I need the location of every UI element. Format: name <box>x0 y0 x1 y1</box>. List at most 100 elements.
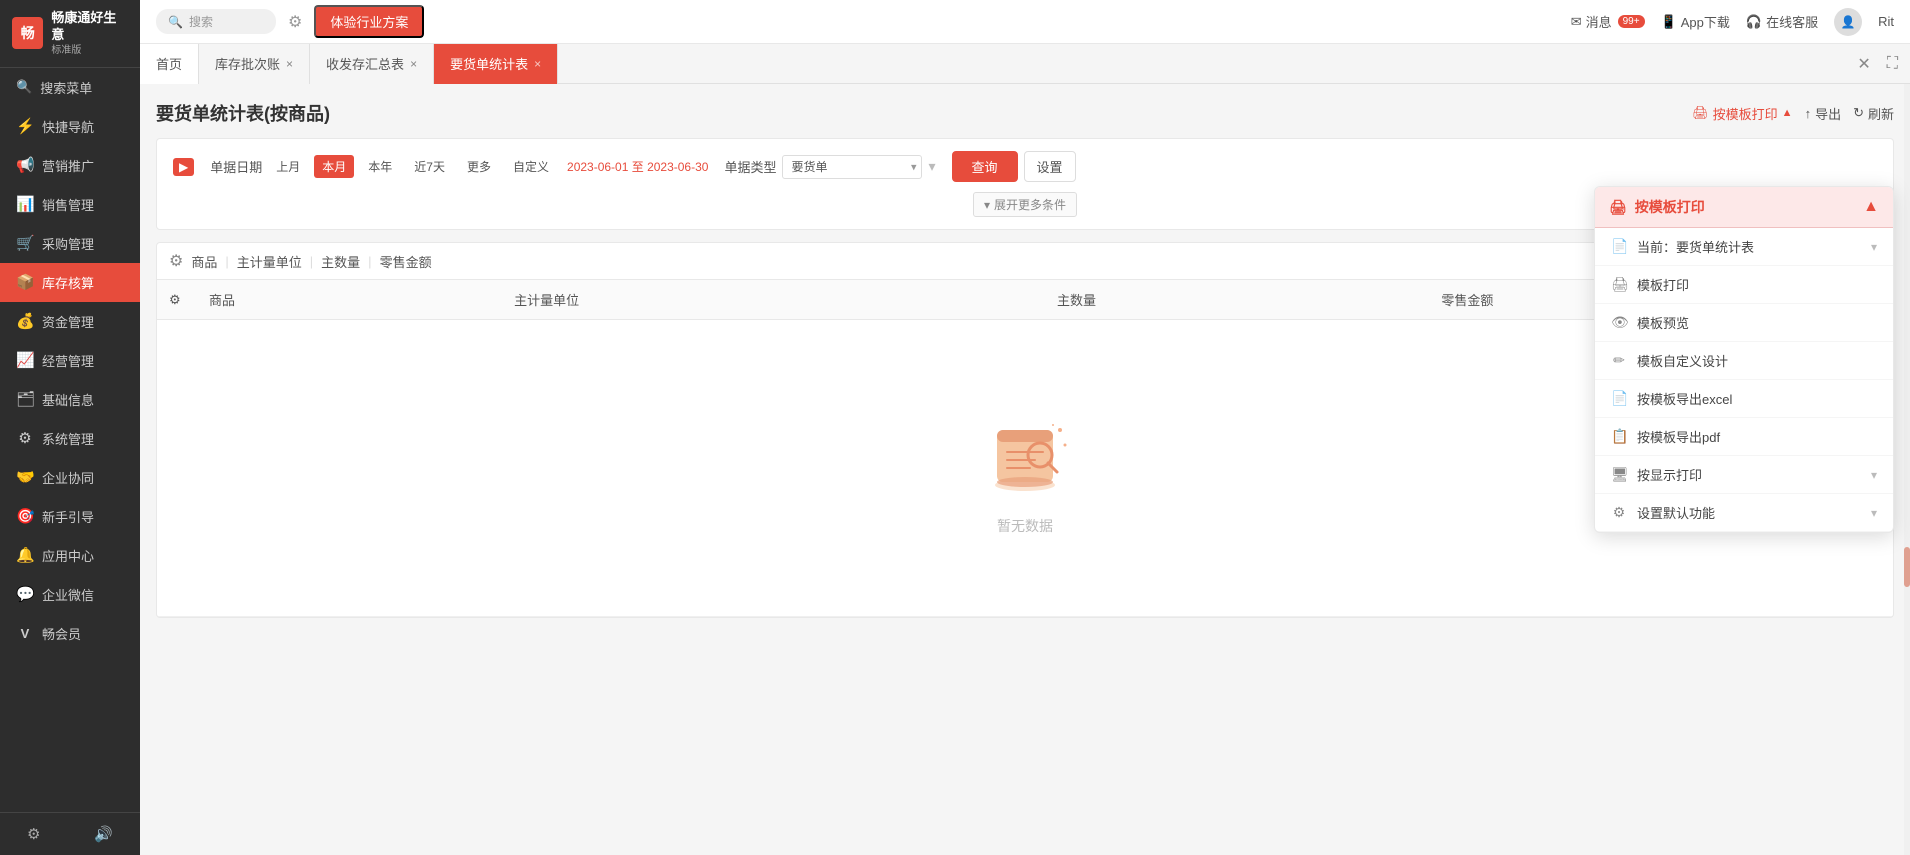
trial-button[interactable]: 体验行业方案 <box>314 5 424 38</box>
sidebar-item-label: 新手引导 <box>42 507 94 526</box>
topbar-search[interactable]: 🔍 搜索 <box>156 9 276 34</box>
right-scrollbar[interactable] <box>1904 84 1910 855</box>
dropdown-close-icon[interactable]: ▲ <box>1863 198 1879 216</box>
sidebar-item-label: 采购管理 <box>42 234 94 253</box>
date-btn-thismonth[interactable]: 本月 <box>314 155 354 178</box>
sidebar-item-finance[interactable]: 💰 资金管理 <box>0 302 140 341</box>
th-quantity: 主数量 <box>1045 280 1429 320</box>
online-service-button[interactable]: 🎧 在线客服 <box>1746 12 1818 31</box>
tab-batch-label: 库存批次账 <box>215 54 280 73</box>
design-icon: ✏ <box>1611 352 1627 369</box>
sidebar-item-label: 基础信息 <box>42 390 94 409</box>
date-btn-custom[interactable]: 自定义 <box>505 155 557 178</box>
search-label: 搜索菜单 <box>40 78 92 97</box>
sidebar-item-guide[interactable]: 🎯 新手引导 <box>0 497 140 536</box>
column-settings-icon[interactable]: ⚙ <box>169 251 183 271</box>
nav-icon-wechat: 💬 <box>16 585 34 603</box>
dropdown-display-print[interactable]: 🖥 按显示打印 ▾ <box>1595 456 1893 494</box>
expand-more-btn[interactable]: ▾ 展开更多条件 <box>973 192 1077 217</box>
type-select[interactable]: 要货单 <box>782 155 922 179</box>
display-print-arrow-icon: ▾ <box>1871 468 1877 482</box>
tab-home-label: 首页 <box>156 54 182 73</box>
dropdown-template-excel[interactable]: 📄 按模板导出excel <box>1595 380 1893 418</box>
app-version: 标准版 <box>51 44 128 57</box>
sidebar-bottom: ⚙ 🔊 <box>0 812 140 855</box>
sidebar: 畅 畅康通好生意 标准版 🔍 搜索菜单 ⚡ 快捷导航 📢 营销推广 📊 销售管理… <box>0 0 140 855</box>
tab-order-stats-close[interactable]: × <box>534 57 541 71</box>
dropdown-template-pdf-label: 按模板导出pdf <box>1637 427 1720 446</box>
sidebar-item-wechat[interactable]: 💬 企业微信 <box>0 575 140 614</box>
dropdown-current-template[interactable]: 📄 当前：要货单统计表 ▾ <box>1595 228 1893 266</box>
dropdown-default-fn[interactable]: ⚙ 设置默认功能 ▾ <box>1595 494 1893 532</box>
sidebar-item-label: 畅会员 <box>42 624 81 643</box>
avatar-icon: 👤 <box>1841 15 1856 29</box>
dropdown-template-print-label: 模板打印 <box>1637 275 1689 294</box>
tab-expand-icon[interactable]: ⛶ <box>1883 51 1902 77</box>
sidebar-item-system[interactable]: ⚙ 系统管理 <box>0 419 140 458</box>
sidebar-item-member[interactable]: V 畅会员 <box>0 614 140 653</box>
sidebar-item-quicknav[interactable]: ⚡ 快捷导航 <box>0 107 140 146</box>
date-btn-more[interactable]: 更多 <box>459 155 499 178</box>
sidebar-item-label: 经营管理 <box>42 351 94 370</box>
nav-icon-marketing: 📢 <box>16 156 34 174</box>
print-label: 按模板打印 <box>1713 104 1778 123</box>
date-btn-lastmonth[interactable]: 上月 <box>268 155 308 178</box>
headset-icon: 🎧 <box>1746 14 1762 30</box>
dropdown-chevron-icon: ▾ <box>928 158 935 175</box>
sidebar-item-operations[interactable]: 📈 经营管理 <box>0 341 140 380</box>
sidebar-item-inventory[interactable]: 📦 库存核算 <box>0 263 140 302</box>
sidebar-item-marketing[interactable]: 📢 营销推广 <box>0 146 140 185</box>
sidebar-item-cooperation[interactable]: 🤝 企业协同 <box>0 458 140 497</box>
sidebar-item-sales[interactable]: 📊 销售管理 <box>0 185 140 224</box>
printer-icon: 🖨 <box>1611 276 1627 293</box>
tab-batch-close[interactable]: × <box>286 57 293 71</box>
dropdown-template-preview[interactable]: 👁 模板预览 <box>1595 304 1893 342</box>
sidebar-item-label: 资金管理 <box>42 312 94 331</box>
export-button[interactable]: ↑ 导出 <box>1805 104 1842 123</box>
dropdown-template-print[interactable]: 🖨 模板打印 <box>1595 266 1893 304</box>
export-label: 导出 <box>1815 104 1841 123</box>
nav-icon-purchase: 🛒 <box>16 234 34 252</box>
avatar[interactable]: 👤 <box>1834 8 1862 36</box>
nav-icon-cooperation: 🤝 <box>16 468 34 486</box>
default-fn-arrow-icon: ▾ <box>1871 506 1877 520</box>
message-button[interactable]: ✉ 消息 99+ <box>1571 12 1645 31</box>
speaker-icon[interactable]: 🔊 <box>90 821 117 847</box>
tab-home[interactable]: 首页 <box>140 44 199 84</box>
refresh-icon: ↻ <box>1853 105 1864 121</box>
expand-label: 展开更多条件 <box>994 196 1066 213</box>
print-button[interactable]: 🖨 按模板打印 ▲ <box>1692 104 1792 123</box>
sidebar-nav-list: ⚡ 快捷导航 📢 营销推广 📊 销售管理 🛒 采购管理 📦 库存核算 💰 资金管… <box>0 107 140 812</box>
dropdown-header: 🖨 按模板打印 ▲ <box>1595 187 1893 228</box>
message-badge: 99+ <box>1618 15 1645 28</box>
filter-arrow-icon[interactable]: ▶ <box>173 158 194 176</box>
sidebar-item-basic[interactable]: 🗂 基础信息 <box>0 380 140 419</box>
tab-order-stats[interactable]: 要货单统计表 × <box>434 44 558 84</box>
settings-button[interactable]: 设置 <box>1024 151 1076 182</box>
settings-icon[interactable]: ⚙ <box>23 821 44 847</box>
dropdown-template-design-label: 模板自定义设计 <box>1637 351 1728 370</box>
sidebar-item-purchase[interactable]: 🛒 采购管理 <box>0 224 140 263</box>
th-settings[interactable]: ⚙ <box>157 280 197 320</box>
dropdown-template-pdf[interactable]: 📋 按模板导出pdf <box>1595 418 1893 456</box>
filter-expand-toggle[interactable]: ▶ <box>173 158 194 176</box>
tab-receivables-close[interactable]: × <box>410 57 417 71</box>
tab-batch[interactable]: 库存批次账 × <box>199 44 310 84</box>
dropdown-template-design[interactable]: ✏ 模板自定义设计 <box>1595 342 1893 380</box>
sidebar-item-appstore[interactable]: 🔔 应用中心 <box>0 536 140 575</box>
dropdown-template-excel-label: 按模板导出excel <box>1637 389 1732 408</box>
tab-close-all-icon[interactable]: ✕ <box>1853 50 1874 78</box>
sidebar-search[interactable]: 🔍 搜索菜单 <box>0 68 140 107</box>
page-title: 要货单统计表(按商品) <box>156 100 330 126</box>
app-name: 畅康通好生意 <box>51 10 128 44</box>
search-placeholder: 搜索 <box>189 13 213 30</box>
query-button[interactable]: 查询 <box>952 151 1018 182</box>
settings-icon[interactable]: ⚙ <box>288 12 302 32</box>
app-download-button[interactable]: 📱 App下载 <box>1661 12 1730 31</box>
date-btn-thisyear[interactable]: 本年 <box>360 155 400 178</box>
display-print-icon: 🖥 <box>1611 466 1627 483</box>
date-btn-7days[interactable]: 近7天 <box>406 155 453 178</box>
refresh-button[interactable]: ↻ 刷新 <box>1853 104 1894 123</box>
tab-receivables[interactable]: 收发存汇总表 × <box>310 44 434 84</box>
scrollbar-thumb[interactable] <box>1904 547 1910 587</box>
